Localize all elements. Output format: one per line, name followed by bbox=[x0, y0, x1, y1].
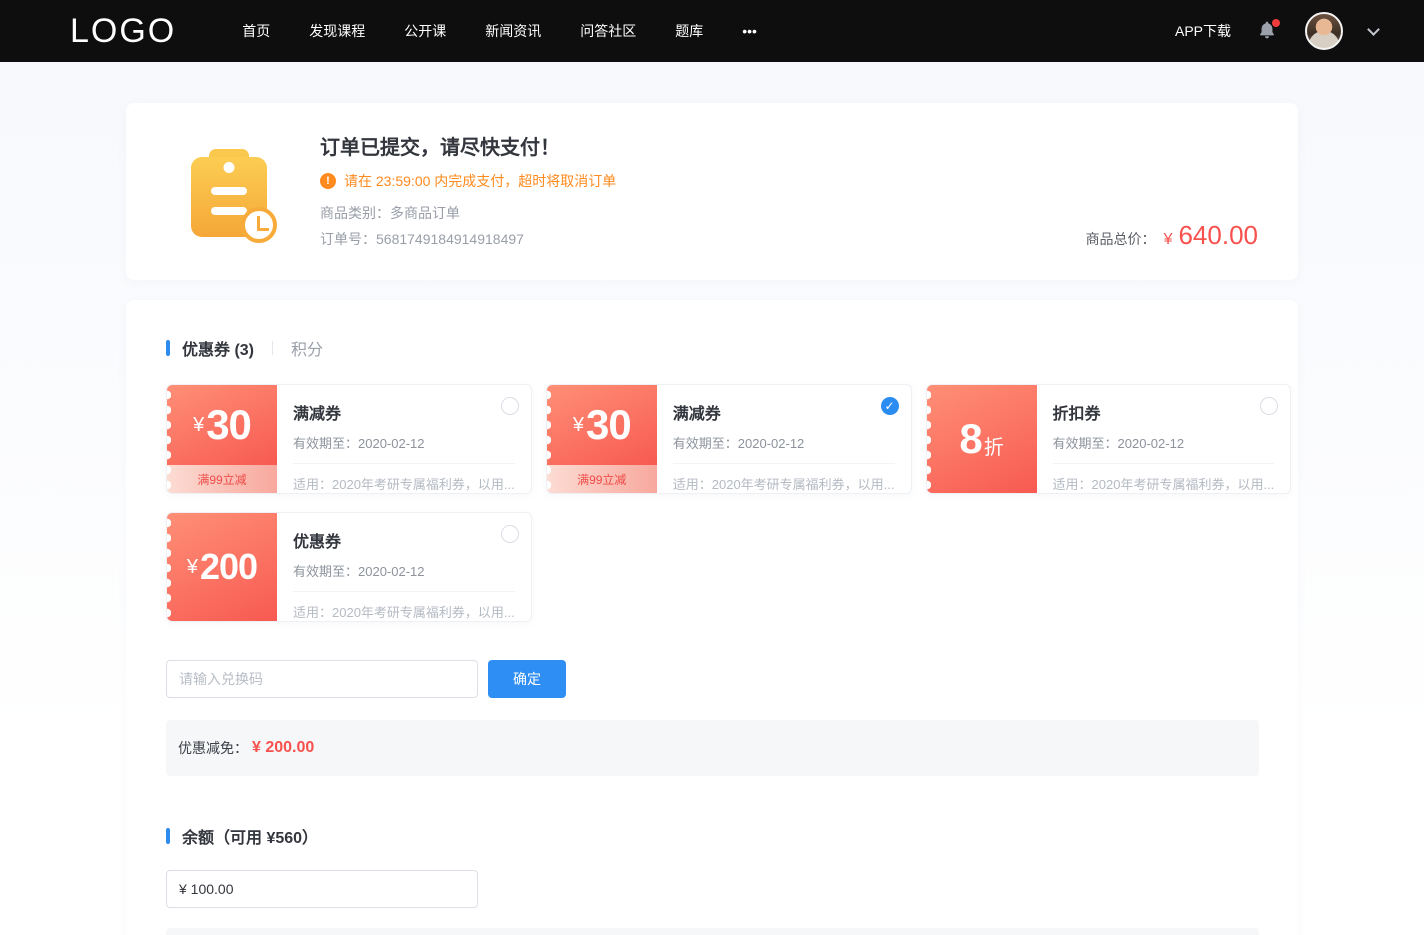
coupon-card-30-full-reduction-selected[interactable]: ¥30 满99立减 满减券 有效期至：2020-02-12 适用：2020年考研… bbox=[546, 384, 912, 494]
tab-divider bbox=[272, 341, 273, 355]
total-price-value: 640.00 bbox=[1178, 220, 1258, 251]
coupon-scope: 适用：2020年考研专属福利券，以用... bbox=[293, 463, 515, 493]
coupon-card-30-full-reduction[interactable]: ¥30 满99立减 满减券 有效期至：2020-02-12 适用：2020年考研… bbox=[166, 384, 532, 494]
balance-amount-input[interactable] bbox=[166, 870, 478, 908]
nav-right-group: APP下载 bbox=[1175, 12, 1378, 50]
tab-points[interactable]: 积分 bbox=[291, 336, 323, 360]
nav-item-question-bank[interactable]: 题库 bbox=[675, 21, 703, 41]
payment-options-card: 优惠券 (3) 积分 ¥30 满99立减 满减券 有效期至：2020-02-12… bbox=[126, 300, 1298, 935]
coupon-scope: 适用：2020年考研专属福利券，以用... bbox=[673, 463, 895, 493]
coupon-stub: ¥200 bbox=[167, 513, 277, 621]
nav-more-ellipsis-icon[interactable]: ••• bbox=[742, 23, 757, 39]
order-clipboard-clock-icon bbox=[184, 145, 274, 239]
coupon-stub: 8折 bbox=[927, 385, 1037, 493]
total-price-currency: ¥ bbox=[1164, 231, 1173, 249]
nav-item-discover-courses[interactable]: 发现课程 bbox=[309, 21, 365, 41]
clock-badge-icon bbox=[241, 207, 277, 243]
payment-countdown-text: 请在 23:59:00 内完成支付，超时将取消订单 bbox=[344, 171, 616, 191]
total-price-label: 商品总价： bbox=[1086, 229, 1156, 249]
coupon-radio-checked-icon[interactable] bbox=[881, 397, 899, 415]
payment-summary-bar-partial bbox=[166, 928, 1259, 935]
section-accent-bar bbox=[166, 828, 170, 844]
top-navigation-bar: LOGO 首页 发现课程 公开课 新闻资讯 问答社区 题库 ••• APP下载 bbox=[0, 0, 1424, 62]
payment-countdown-warning: ! 请在 23:59:00 内完成支付，超时将取消订单 bbox=[320, 171, 616, 191]
coupon-title: 折扣券 bbox=[1053, 400, 1275, 424]
nav-item-home[interactable]: 首页 bbox=[242, 21, 270, 41]
coupon-title: 满减券 bbox=[293, 400, 515, 424]
redeem-confirm-button[interactable]: 确定 bbox=[488, 660, 566, 698]
order-number-row: 订单号：5681749184914918497 bbox=[320, 226, 616, 252]
notification-dot bbox=[1272, 19, 1280, 27]
coupon-section-header: 优惠券 (3) 积分 bbox=[166, 336, 1259, 360]
app-download-link[interactable]: APP下载 bbox=[1175, 21, 1231, 41]
coupon-stub: ¥30 满99立减 bbox=[167, 385, 277, 493]
coupon-title: 满减券 bbox=[673, 400, 895, 424]
redeem-code-input[interactable] bbox=[166, 660, 478, 698]
tab-coupons[interactable]: 优惠券 (3) bbox=[182, 336, 254, 360]
coupon-condition-badge: 满99立减 bbox=[167, 465, 277, 493]
nav-item-news[interactable]: 新闻资讯 bbox=[485, 21, 541, 41]
order-category-value: 多商品订单 bbox=[390, 205, 460, 221]
coupon-radio-unchecked[interactable] bbox=[501, 397, 519, 415]
coupon-scope: 适用：2020年考研专属福利券，以用... bbox=[1053, 463, 1275, 493]
coupon-stub: ¥30 满99立减 bbox=[547, 385, 657, 493]
order-submitted-title: 订单已提交，请尽快支付！ bbox=[320, 131, 616, 160]
coupon-expiry: 有效期至：2020-02-12 bbox=[673, 433, 895, 452]
order-number-value: 5681749184914918497 bbox=[376, 231, 524, 247]
chevron-down-icon[interactable] bbox=[1367, 23, 1380, 36]
coupon-list: ¥30 满99立减 满减券 有效期至：2020-02-12 适用：2020年考研… bbox=[166, 384, 1259, 622]
balance-title: 余额（可用 ¥560） bbox=[182, 824, 318, 848]
coupon-scope: 适用：2020年考研专属福利券，以用... bbox=[293, 591, 515, 621]
nav-item-qa-community[interactable]: 问答社区 bbox=[580, 21, 636, 41]
main-menu: 首页 发现课程 公开课 新闻资讯 问答社区 题库 ••• bbox=[242, 21, 757, 41]
order-meta: 商品类别：多商品订单 订单号：5681749184914918497 bbox=[320, 200, 616, 252]
order-submitted-banner: 订单已提交，请尽快支付！ ! 请在 23:59:00 内完成支付，超时将取消订单… bbox=[126, 103, 1298, 280]
coupon-expiry: 有效期至：2020-02-12 bbox=[1053, 433, 1275, 452]
coupon-card-200-voucher[interactable]: ¥200 优惠券 有效期至：2020-02-12 适用：2020年考研专属福利券… bbox=[166, 512, 532, 622]
user-avatar[interactable] bbox=[1305, 12, 1343, 50]
coupon-title: 优惠券 bbox=[293, 528, 515, 552]
discount-value: ¥ 200.00 bbox=[252, 739, 314, 757]
balance-section-header: 余额（可用 ¥560） bbox=[166, 824, 1259, 848]
discount-label: 优惠减免： bbox=[178, 738, 248, 758]
coupon-condition-badge: 满99立减 bbox=[547, 465, 657, 493]
coupon-expiry: 有效期至：2020-02-12 bbox=[293, 433, 515, 452]
page-content: 订单已提交，请尽快支付！ ! 请在 23:59:00 内完成支付，超时将取消订单… bbox=[126, 103, 1298, 935]
coupon-expiry: 有效期至：2020-02-12 bbox=[293, 561, 515, 580]
section-accent-bar bbox=[166, 340, 170, 356]
coupon-radio-unchecked[interactable] bbox=[501, 525, 519, 543]
logo[interactable]: LOGO bbox=[70, 12, 176, 51]
discount-summary-bar: 优惠减免： ¥ 200.00 bbox=[166, 720, 1259, 776]
redeem-code-row: 确定 bbox=[166, 660, 1259, 698]
notification-bell-icon[interactable] bbox=[1257, 20, 1279, 42]
warning-exclamation-icon: ! bbox=[320, 173, 336, 189]
order-category-row: 商品类别：多商品订单 bbox=[320, 200, 616, 226]
order-info-block: 订单已提交，请尽快支付！ ! 请在 23:59:00 内完成支付，超时将取消订单… bbox=[320, 131, 616, 252]
order-total-price: 商品总价： ¥ 640.00 bbox=[1086, 220, 1258, 251]
coupon-card-80-percent-discount[interactable]: 8折 折扣券 有效期至：2020-02-12 适用：2020年考研专属福利券，以… bbox=[926, 384, 1292, 494]
nav-item-open-classes[interactable]: 公开课 bbox=[404, 21, 446, 41]
